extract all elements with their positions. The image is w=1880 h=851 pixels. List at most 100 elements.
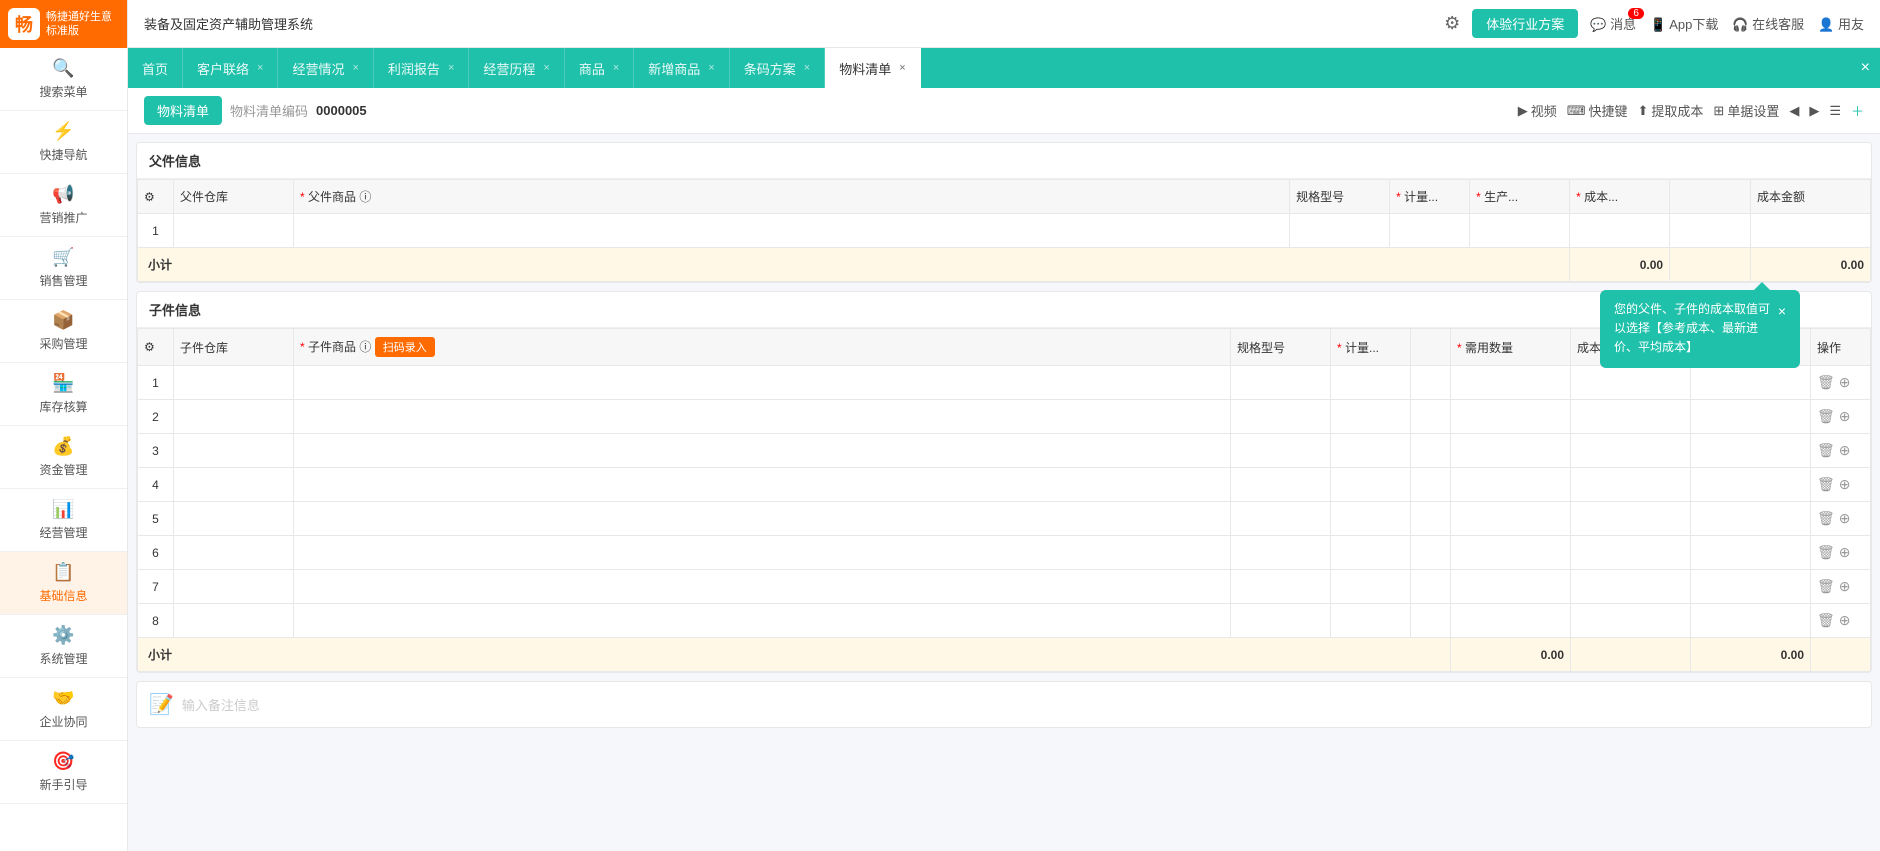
child-row-5-product[interactable] xyxy=(294,502,1231,536)
child-row-4-unitcost[interactable] xyxy=(1571,468,1691,502)
parent-row-1-amount[interactable] xyxy=(1751,214,1871,248)
child-row-4-spec[interactable] xyxy=(1231,468,1331,502)
messages-btn[interactable]: 💬 消息 6 xyxy=(1590,14,1636,33)
child-row-1-copy-icon[interactable]: ⊕ xyxy=(1839,374,1851,391)
child-row-7-unitcost[interactable] xyxy=(1571,570,1691,604)
scan-input-btn[interactable]: 扫码录入 xyxy=(375,337,435,357)
note-placeholder[interactable]: 输入备注信息 xyxy=(182,695,260,714)
child-row-4-delete-icon[interactable]: 🗑 xyxy=(1817,476,1835,493)
child-row-1-delete-icon[interactable]: 🗑 xyxy=(1817,374,1835,391)
child-row-2-product[interactable] xyxy=(294,400,1231,434)
parent-row-1-produce[interactable] xyxy=(1470,214,1570,248)
child-row-3-unitcost[interactable] xyxy=(1571,434,1691,468)
child-row-8-amount[interactable] xyxy=(1691,604,1811,638)
child-row-8-warehouse[interactable] xyxy=(174,604,294,638)
child-row-2-copy-icon[interactable]: ⊕ xyxy=(1839,408,1851,425)
child-row-5-delete-icon[interactable]: 🗑 xyxy=(1817,510,1835,527)
child-row-2-unit[interactable] xyxy=(1331,400,1411,434)
sidebar-item-enterprise[interactable]: 🤝企业协同 xyxy=(0,678,127,741)
list-view-btn[interactable]: ☰ xyxy=(1829,103,1841,119)
sidebar-item-basics[interactable]: 📋基础信息 xyxy=(0,552,127,615)
child-row-6-delete-icon[interactable]: 🗑 xyxy=(1817,544,1835,561)
child-row-1-warehouse[interactable] xyxy=(174,366,294,400)
child-row-7-product[interactable] xyxy=(294,570,1231,604)
child-row-2-unitcost[interactable] xyxy=(1571,400,1691,434)
view-video-btn[interactable]: ▶ 视频 xyxy=(1518,101,1557,120)
child-row-7-unit[interactable] xyxy=(1331,570,1411,604)
navtab-close-products[interactable]: × xyxy=(613,62,619,74)
child-row-3-delete-icon[interactable]: 🗑 xyxy=(1817,442,1835,459)
child-row-3-copy-icon[interactable]: ⊕ xyxy=(1839,442,1851,459)
parent-th-settings[interactable]: ⚙ xyxy=(138,180,174,214)
sidebar-item-sales[interactable]: 🛒销售管理 xyxy=(0,237,127,300)
navtab-close-operations[interactable]: × xyxy=(352,62,358,74)
shortcut-btn[interactable]: ⌨ 快捷键 xyxy=(1567,101,1628,120)
navtab-close-newproducts[interactable]: × xyxy=(708,62,714,74)
child-row-7-delete-icon[interactable]: 🗑 xyxy=(1817,578,1835,595)
child-row-8-spec[interactable] xyxy=(1231,604,1331,638)
navtab-profit[interactable]: 利润报告× xyxy=(374,48,469,88)
child-row-6-unitcost[interactable] xyxy=(1571,536,1691,570)
online-service-btn[interactable]: 🎧 在线客服 xyxy=(1732,14,1804,33)
child-row-8-copy-icon[interactable]: ⊕ xyxy=(1839,612,1851,629)
child-th-settings[interactable]: ⚙ xyxy=(138,329,174,366)
parent-row-1-warehouse[interactable] xyxy=(174,214,294,248)
child-row-1-unit[interactable] xyxy=(1331,366,1411,400)
navtab-newproducts[interactable]: 新增商品× xyxy=(634,48,729,88)
sidebar-item-finance[interactable]: 💰资金管理 xyxy=(0,426,127,489)
child-row-2-warehouse[interactable] xyxy=(174,400,294,434)
child-row-5-copy-icon[interactable]: ⊕ xyxy=(1839,510,1851,527)
single-settings-btn[interactable]: ⊞ 单据设置 xyxy=(1713,101,1779,120)
navtab-close-history[interactable]: × xyxy=(543,62,549,74)
navtab-operations[interactable]: 经营情况× xyxy=(278,48,373,88)
parent-row-1-spec[interactable] xyxy=(1290,214,1390,248)
child-row-4-qty[interactable] xyxy=(1451,468,1571,502)
nav-next-btn[interactable]: ▶ xyxy=(1809,103,1819,119)
child-row-8-unitcost[interactable] xyxy=(1571,604,1691,638)
child-row-3-unit[interactable] xyxy=(1331,434,1411,468)
close-all-tabs-btn[interactable]: × xyxy=(1851,59,1880,77)
child-row-6-unit[interactable] xyxy=(1331,536,1411,570)
navtab-bom[interactable]: 物料清单× xyxy=(825,48,920,88)
child-row-2-delete-icon[interactable]: 🗑 xyxy=(1817,408,1835,425)
child-row-8-delete-icon[interactable]: 🗑 xyxy=(1817,612,1835,629)
child-row-3-product[interactable] xyxy=(294,434,1231,468)
child-row-3-qty[interactable] xyxy=(1451,434,1571,468)
navtab-home[interactable]: 首页 xyxy=(128,48,183,88)
child-row-7-amount[interactable] xyxy=(1691,570,1811,604)
child-row-6-warehouse[interactable] xyxy=(174,536,294,570)
app-download-btn[interactable]: 📱 App下载 xyxy=(1650,14,1718,33)
navtab-products[interactable]: 商品× xyxy=(565,48,634,88)
child-row-4-copy-icon[interactable]: ⊕ xyxy=(1839,476,1851,493)
child-row-3-amount[interactable] xyxy=(1691,434,1811,468)
navtab-customers[interactable]: 客户联络× xyxy=(183,48,278,88)
child-row-5-amount[interactable] xyxy=(1691,502,1811,536)
sidebar-item-operations[interactable]: 📊经营管理 xyxy=(0,489,127,552)
child-row-3-spec[interactable] xyxy=(1231,434,1331,468)
navtab-close-bom[interactable]: × xyxy=(899,62,905,74)
add-btn[interactable]: ＋ xyxy=(1851,101,1864,120)
sidebar-item-search[interactable]: 🔍搜索菜单 xyxy=(0,48,127,111)
child-row-5-unit[interactable] xyxy=(1331,502,1411,536)
navtab-history[interactable]: 经营历程× xyxy=(469,48,564,88)
child-row-4-product[interactable] xyxy=(294,468,1231,502)
child-row-6-qty[interactable] xyxy=(1451,536,1571,570)
child-row-6-amount[interactable] xyxy=(1691,536,1811,570)
extract-cost-btn[interactable]: ⬆ 提取成本 xyxy=(1637,101,1703,120)
user-avatar[interactable]: 👤 用友 xyxy=(1818,14,1864,33)
settings-icon[interactable]: ⚙ xyxy=(1444,13,1460,34)
sidebar-item-marketing[interactable]: 📢营销推广 xyxy=(0,174,127,237)
child-row-7-copy-icon[interactable]: ⊕ xyxy=(1839,578,1851,595)
sidebar-item-purchase[interactable]: 📦采购管理 xyxy=(0,300,127,363)
child-row-5-spec[interactable] xyxy=(1231,502,1331,536)
child-row-6-copy-icon[interactable]: ⊕ xyxy=(1839,544,1851,561)
child-row-7-spec[interactable] xyxy=(1231,570,1331,604)
child-row-1-unitcost[interactable] xyxy=(1571,366,1691,400)
sidebar-item-quicknav[interactable]: ⚡快捷导航 xyxy=(0,111,127,174)
child-row-1-amount[interactable] xyxy=(1691,366,1811,400)
child-row-8-product[interactable] xyxy=(294,604,1231,638)
child-row-1-product[interactable] xyxy=(294,366,1231,400)
parent-row-1-cost[interactable] xyxy=(1570,214,1670,248)
navtab-close-profit[interactable]: × xyxy=(448,62,454,74)
child-row-8-unit[interactable] xyxy=(1331,604,1411,638)
